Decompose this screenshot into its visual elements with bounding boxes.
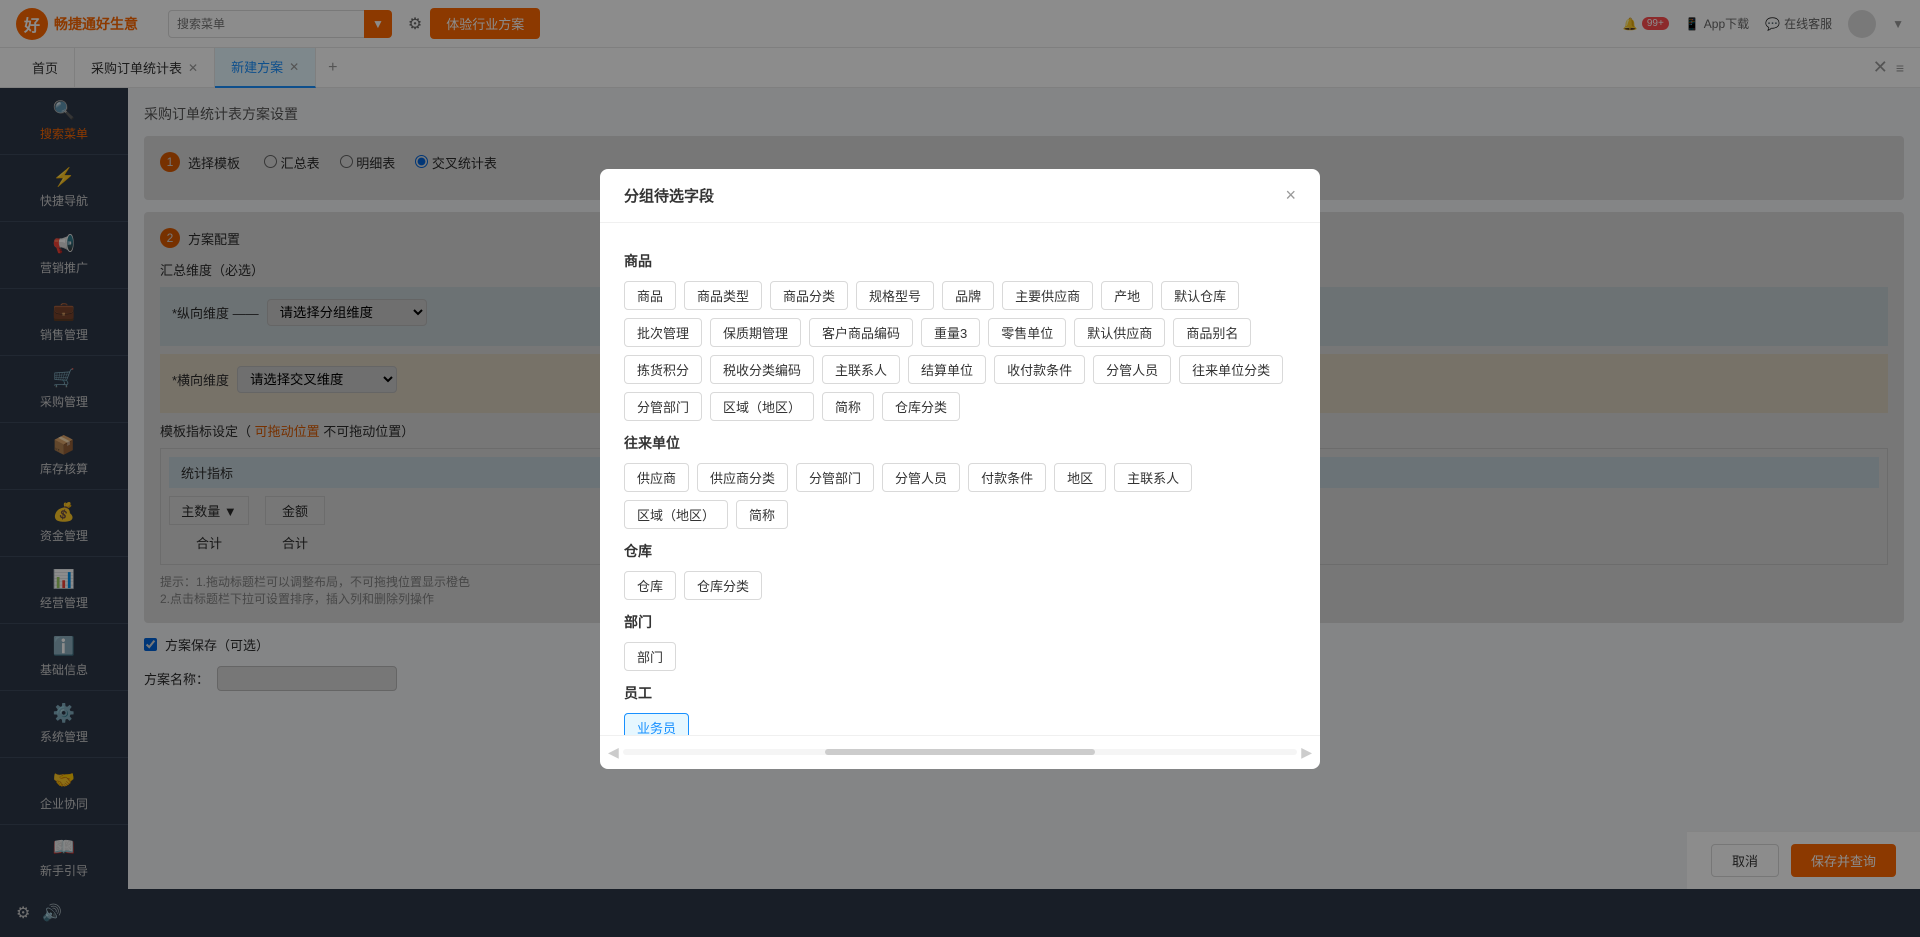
- field-tag-0-17[interactable]: 主联系人: [822, 355, 900, 384]
- field-tag-0-12[interactable]: 零售单位: [988, 318, 1066, 347]
- modal-section-title-1: 往来单位: [624, 433, 1296, 453]
- field-tag-1-8[interactable]: 简称: [736, 500, 788, 529]
- field-tag-0-21[interactable]: 往来单位分类: [1179, 355, 1283, 384]
- hscroll-right[interactable]: ▶: [1301, 744, 1312, 761]
- field-tag-0-9[interactable]: 保质期管理: [710, 318, 801, 347]
- field-tag-0-0[interactable]: 商品: [624, 281, 676, 310]
- modal-section-fields-2: 仓库仓库分类: [624, 571, 1296, 600]
- field-tag-0-23[interactable]: 区域（地区）: [710, 392, 814, 421]
- field-tag-1-5[interactable]: 地区: [1054, 463, 1106, 492]
- field-tag-0-18[interactable]: 结算单位: [908, 355, 986, 384]
- field-tag-0-8[interactable]: 批次管理: [624, 318, 702, 347]
- field-tag-0-16[interactable]: 税收分类编码: [710, 355, 814, 384]
- field-tag-0-25[interactable]: 仓库分类: [882, 392, 960, 421]
- field-tag-0-19[interactable]: 收付款条件: [994, 355, 1085, 384]
- field-tag-1-6[interactable]: 主联系人: [1114, 463, 1192, 492]
- modal-close-button[interactable]: ×: [1285, 185, 1296, 206]
- field-tag-4-0[interactable]: 业务员: [624, 713, 689, 735]
- modal-body[interactable]: 商品商品商品类型商品分类规格型号品牌主要供应商产地默认仓库批次管理保质期管理客户…: [600, 223, 1320, 735]
- modal-overlay: 分组待选字段 × 商品商品商品类型商品分类规格型号品牌主要供应商产地默认仓库批次…: [0, 0, 1920, 937]
- field-tag-0-24[interactable]: 简称: [822, 392, 874, 421]
- field-tag-2-0[interactable]: 仓库: [624, 571, 676, 600]
- field-tag-0-1[interactable]: 商品类型: [684, 281, 762, 310]
- modal-footer-scroll: ◀ ▶: [600, 735, 1320, 769]
- modal-section-title-2: 仓库: [624, 541, 1296, 561]
- field-tag-0-22[interactable]: 分管部门: [624, 392, 702, 421]
- field-tag-1-2[interactable]: 分管部门: [796, 463, 874, 492]
- modal-section-title-3: 部门: [624, 612, 1296, 632]
- modal-section-title-0: 商品: [624, 251, 1296, 271]
- modal-section-fields-1: 供应商供应商分类分管部门分管人员付款条件地区主联系人区域（地区） 简称: [624, 463, 1296, 529]
- modal-header: 分组待选字段 ×: [600, 169, 1320, 223]
- modal-section-fields-4: 业务员: [624, 713, 1296, 735]
- modal-title: 分组待选字段: [624, 185, 714, 206]
- field-tag-1-1[interactable]: 供应商分类: [697, 463, 788, 492]
- field-tag-2-1[interactable]: 仓库分类: [684, 571, 762, 600]
- field-tag-0-4[interactable]: 品牌: [942, 281, 994, 310]
- modal-section-fields-0: 商品商品类型商品分类规格型号品牌主要供应商产地默认仓库批次管理保质期管理客户商品…: [624, 281, 1296, 421]
- field-tag-1-4[interactable]: 付款条件: [968, 463, 1046, 492]
- modal-section-title-4: 员工: [624, 683, 1296, 703]
- field-tag-0-15[interactable]: 拣货积分: [624, 355, 702, 384]
- field-tag-0-5[interactable]: 主要供应商: [1002, 281, 1093, 310]
- field-tag-0-10[interactable]: 客户商品编码: [809, 318, 913, 347]
- modal-section-fields-3: 部门: [624, 642, 1296, 671]
- field-tag-0-3[interactable]: 规格型号: [856, 281, 934, 310]
- field-tag-0-13[interactable]: 默认供应商: [1074, 318, 1165, 347]
- field-tag-0-7[interactable]: 默认仓库: [1161, 281, 1239, 310]
- field-tag-0-2[interactable]: 商品分类: [770, 281, 848, 310]
- hscroll-left[interactable]: ◀: [608, 744, 619, 761]
- field-tag-0-6[interactable]: 产地: [1101, 281, 1153, 310]
- field-tag-1-7[interactable]: 区域（地区）: [624, 500, 728, 529]
- field-tag-1-0[interactable]: 供应商: [624, 463, 689, 492]
- field-selection-modal: 分组待选字段 × 商品商品商品类型商品分类规格型号品牌主要供应商产地默认仓库批次…: [600, 169, 1320, 769]
- field-tag-1-3[interactable]: 分管人员: [882, 463, 960, 492]
- field-tag-3-0[interactable]: 部门: [624, 642, 676, 671]
- field-tag-0-11[interactable]: 重量3: [921, 318, 980, 347]
- field-tag-0-20[interactable]: 分管人员: [1093, 355, 1171, 384]
- field-tag-0-14[interactable]: 商品别名: [1173, 318, 1251, 347]
